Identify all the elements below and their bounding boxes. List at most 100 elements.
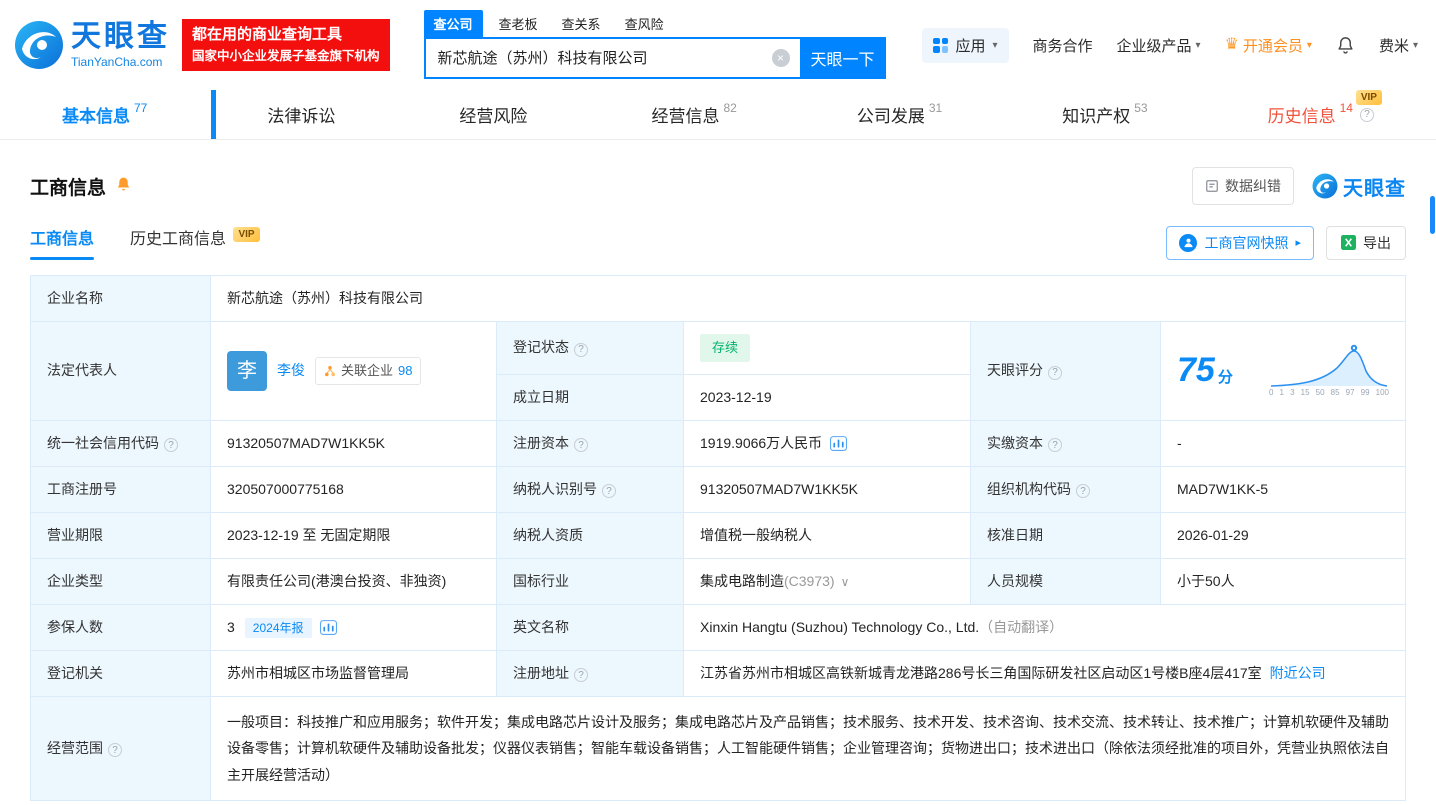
search-tab-risk[interactable]: 查风险 (623, 10, 666, 37)
score-number: 75 (1177, 350, 1215, 389)
label-business-scope: 经营范围? (30, 695, 211, 802)
value-english-name: Xinxin Hangtu (Suzhou) Technology Co., L… (683, 603, 1406, 651)
logo-domain: TianYanCha.com (71, 54, 163, 69)
tab-basic-info[interactable]: 基本信息 77 (62, 101, 147, 127)
value-paid-capital: - (1160, 419, 1406, 467)
label-taxpayer-id: 纳税人识别号? (496, 465, 684, 513)
value-taxpayer-quality: 增值税一般纳税人 (683, 511, 971, 559)
search-button[interactable]: 天眼一下 (799, 36, 886, 79)
label-organization-code: 组织机构代码? (970, 465, 1161, 513)
help-question-icon[interactable]: ? (1359, 107, 1374, 122)
arrow-right-icon: ▸ (1295, 237, 1301, 249)
nav-user-menu[interactable]: 费米 ▾ (1379, 35, 1418, 56)
industry-code: (C3973) (784, 572, 835, 589)
related-companies-badge[interactable]: 关联企业 98 (315, 357, 422, 385)
apps-grid-icon (933, 37, 949, 53)
related-companies-count: 98 (398, 363, 413, 378)
label-industry: 国标行业 (496, 557, 684, 605)
value-business-scope: 一般项目：科技推广和应用服务；软件开发；集成电路芯片设计及服务；集成电路芯片及产… (210, 695, 1406, 802)
search-tab-relation[interactable]: 查关系 (560, 10, 603, 37)
chevron-down-icon: ▾ (1306, 39, 1312, 51)
notification-bell-icon[interactable] (1336, 35, 1355, 55)
label-credit-code: 统一社会信用代码? (30, 419, 211, 467)
table-row: 企业类型 有限责任公司(港澳台投资、非独资) 国标行业 集成电路制造(C3973… (30, 557, 1406, 605)
company-section-tabs: 基本信息 77 法律诉讼 经营风险 经营信息 82 公司发展 31 知识产权 5… (0, 90, 1436, 140)
help-question-icon[interactable]: ? (574, 342, 588, 357)
search-tabs: 查公司 查老板 查关系 查风险 (423, 9, 886, 37)
official-snapshot-button[interactable]: 工商官网快照 ▸ (1166, 225, 1314, 260)
label-registration-status: 登记状态? (496, 321, 684, 375)
subtab-business-info[interactable]: 工商信息 (30, 225, 95, 260)
value-industry: 集成电路制造(C3973) ∨ (683, 557, 971, 605)
search-area: 查公司 查老板 查关系 查风险 × 天眼一下 (423, 9, 886, 79)
tab-intellectual-property[interactable]: 知识产权 53 (1062, 101, 1147, 127)
table-row: 营业期限 2023-12-19 至 无固定期限 纳税人资质 增值税一般纳税人 核… (30, 511, 1406, 559)
snapshot-label: 工商官网快照 (1204, 234, 1289, 251)
document-edit-icon (1206, 180, 1218, 192)
help-question-icon[interactable]: ? (574, 668, 588, 682)
tianyancha-watermark: 天眼查 (1312, 172, 1406, 201)
export-button[interactable]: 导出 (1326, 225, 1406, 260)
value-legal-representative: 李 李俊 关联企业 98 (210, 321, 497, 421)
label-approval-date: 核准日期 (970, 511, 1161, 559)
help-question-icon[interactable]: ? (602, 484, 616, 498)
data-correction-label: 数据纠错 (1225, 178, 1281, 194)
insured-chart-icon[interactable] (319, 619, 337, 635)
value-tianyan-score: 75 分 0 1 3 15 50 85 97 99 100 (1160, 321, 1406, 421)
nav-open-vip[interactable]: ♛ 开通会员 ▾ (1225, 35, 1312, 56)
tab-operation-risk[interactable]: 经营风险 (459, 102, 531, 127)
help-question-icon[interactable]: ? (1076, 484, 1090, 498)
legal-rep-link[interactable]: 李俊 (277, 360, 305, 381)
watermark-label: 天眼查 (1343, 177, 1406, 200)
value-company-name: 新芯航途（苏州）科技有限公司 (210, 275, 1406, 322)
value-registered-address: 江苏省苏州市相城区高铁新城青龙港路286号长三角国际研发社区启动区1号楼B座4层… (683, 649, 1406, 697)
apps-menu-button[interactable]: 应用 ▾ (922, 27, 1009, 63)
tianyancha-logo-icon (15, 21, 63, 69)
apps-label: 应用 (955, 37, 986, 55)
chevron-down-icon[interactable]: ∨ (841, 575, 850, 589)
value-registration-status: 存续 (683, 321, 971, 375)
subtab-history-label: 历史工商信息 (130, 231, 227, 248)
tab-company-development[interactable]: 公司发展 31 (857, 101, 942, 127)
value-taxpayer-id: 91320507MAD7W1KK5K (683, 465, 971, 513)
value-registered-capital: 1919.9066万人民币 (683, 419, 971, 467)
annual-report-badge[interactable]: 2024年报 (244, 617, 312, 638)
value-insured-count: 3 2024年报 (210, 603, 497, 651)
slogan-line1: 都在用的商业查询工具 (192, 26, 343, 44)
help-question-icon[interactable]: ? (164, 438, 178, 452)
auto-translate-note: （自动翻译） (979, 618, 1064, 635)
nav-business-cooperation[interactable]: 商务合作 (1033, 35, 1093, 56)
tianyancha-logo[interactable]: 天眼查 TianYanCha.com (14, 20, 170, 70)
data-correction-button[interactable]: 数据纠错 (1192, 167, 1294, 205)
score-chart-ticks: 0 1 3 15 50 85 97 99 100 (1269, 388, 1389, 398)
nav-enterprise-products[interactable]: 企业级产品 ▾ (1117, 35, 1201, 56)
scrollbar-thumb[interactable] (1430, 196, 1435, 234)
table-row: 企业名称 新芯航途（苏州）科技有限公司 (30, 275, 1406, 322)
help-question-icon[interactable]: ? (574, 438, 588, 452)
header-nav: 应用 ▾ 商务合作 企业级产品 ▾ ♛ 开通会员 ▾ 费米 ▾ (922, 27, 1418, 63)
table-row: 登记机关 苏州市相城区市场监督管理局 注册地址? 江苏省苏州市相城区高铁新城青龙… (30, 649, 1406, 697)
help-question-icon[interactable]: ? (1048, 438, 1062, 452)
nearby-companies-link[interactable]: 附近公司 (1270, 665, 1326, 681)
search-tab-company[interactable]: 查公司 (423, 9, 483, 37)
label-business-term: 营业期限 (30, 511, 211, 559)
tab-history-info[interactable]: VIP 历史信息 14 ? (1268, 90, 1382, 127)
search-input[interactable] (423, 36, 800, 79)
help-question-icon[interactable]: ? (1048, 365, 1062, 380)
capital-chart-icon[interactable] (830, 435, 848, 451)
subtab-history-business-info[interactable]: 历史工商信息 VIP (130, 225, 260, 260)
search-tab-boss[interactable]: 查老板 (497, 10, 540, 37)
label-english-name: 英文名称 (496, 603, 684, 651)
tianyancha-watermark-icon (1312, 173, 1338, 199)
tab-operation-info[interactable]: 经营信息 82 (651, 101, 736, 127)
subscribe-bell-icon[interactable] (115, 175, 132, 198)
legal-rep-avatar[interactable]: 李 (227, 350, 267, 391)
value-business-term: 2023-12-19 至 无固定期限 (210, 511, 497, 559)
export-label: 导出 (1363, 234, 1391, 251)
tab-legal-litigation[interactable]: 法律诉讼 (267, 102, 339, 127)
clear-search-icon[interactable]: × (771, 48, 790, 67)
value-staff-size: 小于50人 (1160, 557, 1406, 605)
help-question-icon[interactable]: ? (108, 743, 122, 758)
vip-badge: VIP (233, 227, 260, 242)
label-legal-representative: 法定代表人 (30, 321, 211, 421)
